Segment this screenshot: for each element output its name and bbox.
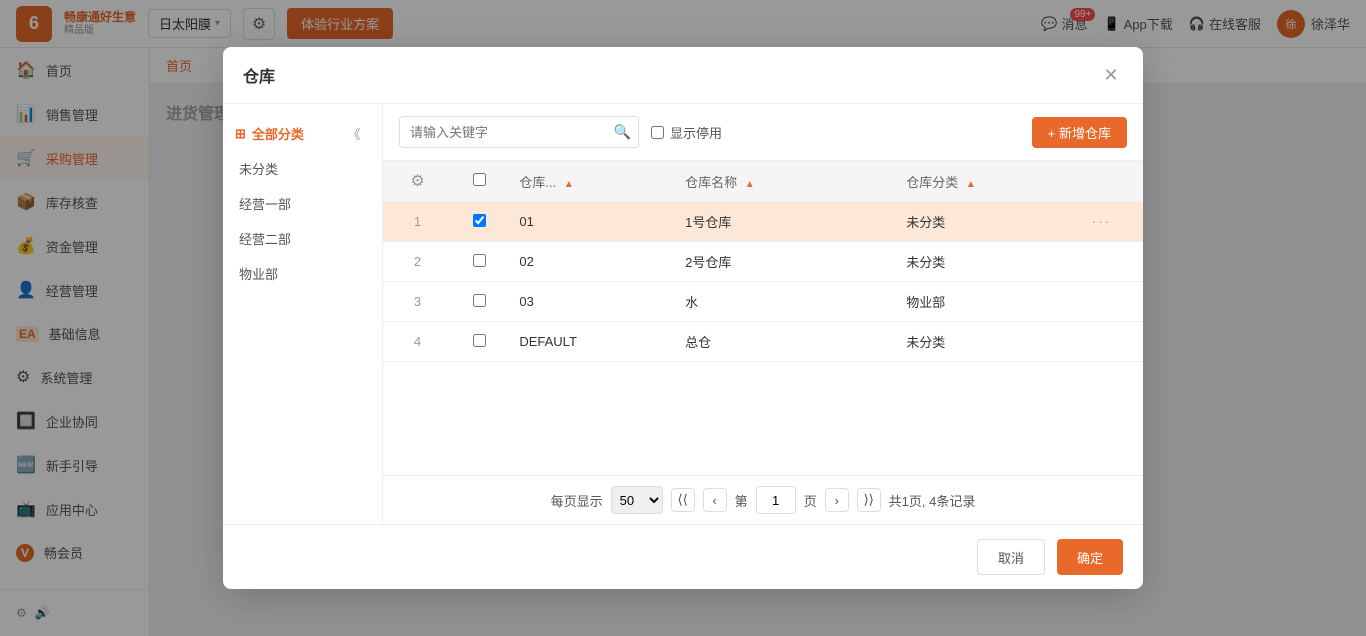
row-name: 水 <box>673 282 894 322</box>
dialog-overlay: 仓库 ✕ ⊞ 全部分类 《 未分类 经营一部 经营二部 物业部 <box>0 0 1366 636</box>
page-size-label: 每页显示 <box>551 491 603 510</box>
first-page-button[interactable]: ⟨⟨ <box>671 488 695 512</box>
table-row[interactable]: 3 03 水 物业部 <box>383 282 1143 322</box>
more-actions-icon[interactable]: ··· <box>1092 214 1111 229</box>
category-all[interactable]: ⊞ 全部分类 <box>223 116 320 151</box>
row-code: DEFAULT <box>507 322 673 362</box>
row-name: 总仓 <box>673 322 894 362</box>
category-panel: ⊞ 全部分类 《 未分类 经营一部 经营二部 物业部 <box>223 104 383 524</box>
show-disabled-toggle[interactable]: 显示停用 <box>651 123 722 142</box>
sort-icon-code: ▲ <box>564 179 574 190</box>
category-property[interactable]: 物业部 <box>223 256 382 291</box>
row-code: 03 <box>507 282 673 322</box>
row-actions[interactable] <box>1060 282 1143 322</box>
row-index: 3 <box>383 282 452 322</box>
category-all-label: 全部分类 <box>252 124 304 143</box>
row-code: 02 <box>507 242 673 282</box>
table-row[interactable]: 1 01 1号仓库 未分类 ··· <box>383 202 1143 242</box>
page-size-select[interactable]: 102050100 <box>611 486 663 514</box>
page-summary: 共1页, 4条记录 <box>889 491 976 510</box>
col-name-header[interactable]: 仓库名称 ▲ <box>673 161 894 202</box>
confirm-button[interactable]: 确定 <box>1057 539 1123 575</box>
dialog-title: 仓库 <box>243 63 275 87</box>
dialog-main: 🔍 显示停用 + 新增仓库 ⚙ <box>383 104 1143 524</box>
row-checkbox[interactable] <box>473 334 486 347</box>
dialog-close-button[interactable]: ✕ <box>1099 63 1123 87</box>
sort-icon-name: ▲ <box>745 179 755 190</box>
prev-page-button[interactable]: ‹ <box>703 488 727 512</box>
dialog-footer: 取消 确定 <box>223 524 1143 589</box>
row-index: 1 <box>383 202 452 242</box>
search-wrap: 🔍 <box>399 116 639 148</box>
row-category: 未分类 <box>894 242 1060 282</box>
row-checkbox-cell[interactable] <box>452 282 507 322</box>
row-category: 物业部 <box>894 282 1060 322</box>
row-checkbox[interactable] <box>473 294 486 307</box>
grid-icon: ⊞ <box>235 126 246 142</box>
col-code-label: 仓库... <box>519 175 556 190</box>
page-input[interactable] <box>756 486 796 514</box>
col-check-header <box>452 161 507 202</box>
row-checkbox-cell[interactable] <box>452 322 507 362</box>
table-gear-icon[interactable]: ⚙ <box>410 173 424 190</box>
warehouse-table: ⚙ 仓库... ▲ 仓库名称 <box>383 161 1143 362</box>
warehouse-dialog: 仓库 ✕ ⊞ 全部分类 《 未分类 经营一部 经营二部 物业部 <box>223 47 1143 589</box>
add-warehouse-button[interactable]: + 新增仓库 <box>1032 117 1127 148</box>
category-ops2[interactable]: 经营二部 <box>223 221 382 256</box>
row-name: 2号仓库 <box>673 242 894 282</box>
row-name: 1号仓库 <box>673 202 894 242</box>
row-category: 未分类 <box>894 202 1060 242</box>
collapse-sidebar-button[interactable]: 《 <box>342 122 366 146</box>
search-icon[interactable]: 🔍 <box>614 124 631 141</box>
show-disabled-label: 显示停用 <box>670 123 722 142</box>
next-page-button[interactable]: › <box>825 488 849 512</box>
table-row[interactable]: 2 02 2号仓库 未分类 <box>383 242 1143 282</box>
pagination: 每页显示 102050100 ⟨⟨ ‹ 第 页 › ⟩⟩ 共1页, 4条记录 <box>383 475 1143 524</box>
page-label: 第 <box>735 491 748 510</box>
row-actions[interactable] <box>1060 322 1143 362</box>
show-disabled-checkbox[interactable] <box>651 126 664 139</box>
row-checkbox[interactable] <box>473 214 486 227</box>
search-input[interactable] <box>399 116 639 148</box>
cancel-button[interactable]: 取消 <box>977 539 1045 575</box>
warehouse-table-wrap: ⚙ 仓库... ▲ 仓库名称 <box>383 161 1143 475</box>
col-actions-header <box>1060 161 1143 202</box>
search-bar: 🔍 显示停用 + 新增仓库 <box>383 104 1143 161</box>
col-cat-header[interactable]: 仓库分类 ▲ <box>894 161 1060 202</box>
table-row[interactable]: 4 DEFAULT 总仓 未分类 <box>383 322 1143 362</box>
row-category: 未分类 <box>894 322 1060 362</box>
category-ops1[interactable]: 经营一部 <box>223 186 382 221</box>
row-checkbox-cell[interactable] <box>452 242 507 282</box>
category-unclassified[interactable]: 未分类 <box>223 151 382 186</box>
select-all-checkbox[interactable] <box>473 173 486 186</box>
col-gear: ⚙ <box>383 161 452 202</box>
last-page-button[interactable]: ⟩⟩ <box>857 488 881 512</box>
page-unit: 页 <box>804 491 817 510</box>
row-index: 4 <box>383 322 452 362</box>
dialog-header: 仓库 ✕ <box>223 47 1143 104</box>
row-checkbox-cell[interactable] <box>452 202 507 242</box>
row-index: 2 <box>383 242 452 282</box>
row-actions[interactable]: ··· <box>1060 202 1143 242</box>
dialog-body: ⊞ 全部分类 《 未分类 经营一部 经营二部 物业部 🔍 <box>223 104 1143 524</box>
col-name-label: 仓库名称 <box>685 175 737 190</box>
row-code: 01 <box>507 202 673 242</box>
sort-icon-cat: ▲ <box>966 179 976 190</box>
row-checkbox[interactable] <box>473 254 486 267</box>
row-actions[interactable] <box>1060 242 1143 282</box>
col-cat-label: 仓库分类 <box>906 175 958 190</box>
col-code-header[interactable]: 仓库... ▲ <box>507 161 673 202</box>
